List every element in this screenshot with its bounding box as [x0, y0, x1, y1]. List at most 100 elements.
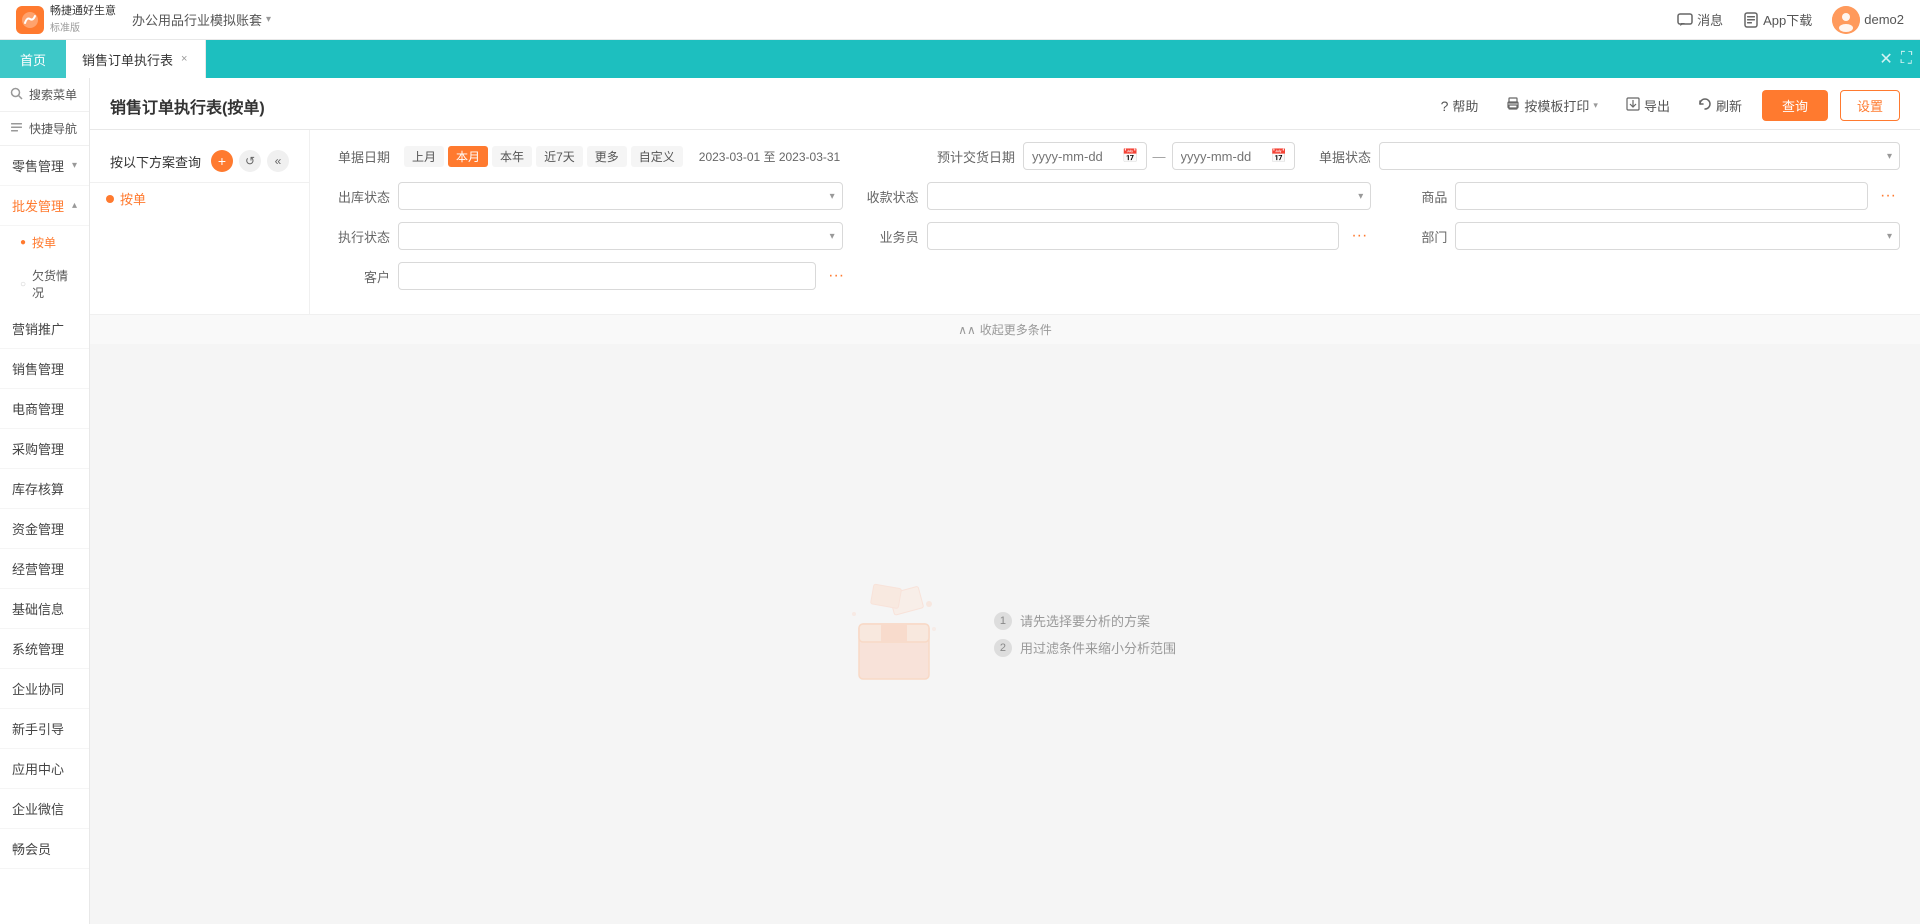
- tab-controls: ✕ ⛶: [1871, 40, 1920, 78]
- sidebar-item-finance[interactable]: 资金管理: [0, 509, 89, 549]
- sidebar-search-label: 搜索菜单: [29, 86, 77, 103]
- tab-sales-order[interactable]: 销售订单执行表 ×: [66, 40, 206, 78]
- date-end-input[interactable]: [1172, 142, 1296, 170]
- sidebar-item-guide[interactable]: 新手引导: [0, 709, 89, 749]
- filter-field-dept: 部门 ▾: [1387, 222, 1900, 250]
- sidebar-item-finance-label: 资金管理: [12, 519, 64, 538]
- sidebar-item-appcenter[interactable]: 应用中心: [0, 749, 89, 789]
- empty-state: 1 请先选择要分析的方案 2 用过滤条件来缩小分析范围: [90, 344, 1920, 924]
- sidebar-item-ecommerce[interactable]: 电商管理: [0, 389, 89, 429]
- outstock-select[interactable]: [398, 182, 843, 210]
- filter-body: 按以下方案查询 + ↺ « 按单: [90, 130, 1920, 314]
- goods-input[interactable]: [1455, 182, 1868, 210]
- date-tag-custom[interactable]: 自定义: [631, 146, 683, 167]
- filter-collapse-button[interactable]: «: [267, 150, 289, 172]
- date-start-input[interactable]: [1023, 142, 1147, 170]
- sidebar-item-marketing[interactable]: 营销推广: [0, 309, 89, 349]
- date-tag-last-month[interactable]: 上月: [404, 146, 444, 167]
- sidebar-item-wholesale[interactable]: 批发管理 ▴: [0, 186, 89, 226]
- sidebar-item-inventory-label: 库存核算: [12, 479, 64, 498]
- exec-label: 执行状态: [330, 227, 390, 246]
- export-icon: [1626, 97, 1640, 114]
- customer-more-icon[interactable]: ···: [824, 267, 848, 285]
- backorder-dot-icon: ○: [20, 279, 26, 290]
- help-icon: ?: [1441, 98, 1449, 114]
- empty-row: 1 请先选择要分析的方案 2 用过滤条件来缩小分析范围: [834, 574, 1176, 694]
- sidebar-item-basic[interactable]: 基础信息: [0, 589, 89, 629]
- date-tag-more[interactable]: 更多: [587, 146, 627, 167]
- settings-button[interactable]: 设置: [1840, 90, 1900, 121]
- tab-close-icon[interactable]: ×: [179, 51, 189, 67]
- query-button[interactable]: 查询: [1762, 90, 1828, 121]
- app-download-label: App下载: [1763, 10, 1812, 29]
- filter-field-customer: 客户 ···: [330, 262, 848, 290]
- scheme-item-orders[interactable]: 按单: [90, 183, 309, 214]
- scheme-active-dot-icon: [106, 195, 114, 203]
- date-tag-7days[interactable]: 近7天: [536, 146, 583, 167]
- user-action[interactable]: demo2: [1832, 6, 1904, 34]
- quick-nav-icon: [10, 121, 23, 137]
- empty-hint-1-text: 请先选择要分析的方案: [1020, 611, 1150, 630]
- date-range-text: 2023-03-01 至 2023-03-31: [699, 148, 840, 165]
- tab-home[interactable]: 首页: [0, 40, 66, 78]
- refresh-label: 刷新: [1716, 96, 1742, 115]
- avatar[interactable]: [1832, 6, 1860, 34]
- filter-reset-button[interactable]: ↺: [239, 150, 261, 172]
- print-button[interactable]: 按模板打印 ▾: [1498, 92, 1606, 119]
- customer-input[interactable]: [398, 262, 816, 290]
- logo-text: 畅捷通好生意 标准版: [50, 5, 116, 33]
- window-close-icon[interactable]: ✕: [1879, 49, 1892, 69]
- company-selector[interactable]: 办公用品行业模拟账套 ▾: [124, 6, 279, 33]
- sidebar-sub-item-orders[interactable]: ● 按单: [0, 226, 89, 259]
- message-action[interactable]: 消息: [1677, 10, 1723, 29]
- main-layout: 搜索菜单 快捷导航 零售管理 ▾ 批发管理 ▴ ● 按单 ○ 欠货情况: [0, 78, 1920, 924]
- dept-select[interactable]: [1455, 222, 1900, 250]
- user-name: demo2: [1864, 12, 1904, 27]
- refresh-button[interactable]: 刷新: [1690, 92, 1750, 119]
- sidebar-item-system[interactable]: 系统管理: [0, 629, 89, 669]
- date-start-wrap: 📅: [1023, 142, 1147, 170]
- date-tag-this-month[interactable]: 本月: [448, 146, 488, 167]
- filter-field-exec: 执行状态 ▾: [330, 222, 843, 250]
- date-tags: 上月 本月 本年 近7天 更多 自定义: [404, 146, 683, 167]
- app-download-icon: [1743, 12, 1759, 28]
- filter-field-goods: 商品 ···: [1387, 182, 1900, 210]
- sidebar-item-retail[interactable]: 零售管理 ▾: [0, 146, 89, 186]
- status-select[interactable]: [1379, 142, 1900, 170]
- export-button[interactable]: 导出: [1618, 92, 1678, 119]
- top-header: 畅捷通好生意 标准版 办公用品行业模拟账套 ▾ 消息 App下载 demo2: [0, 0, 1920, 40]
- filter-panel: 按以下方案查询 + ↺ « 按单: [90, 130, 1920, 344]
- payment-select[interactable]: [927, 182, 1372, 210]
- salesman-more-icon[interactable]: ···: [1347, 227, 1371, 245]
- window-maximize-icon[interactable]: ⛶: [1901, 50, 1912, 68]
- exec-select[interactable]: [398, 222, 843, 250]
- filter-row-4: 客户 ···: [330, 262, 1900, 290]
- refresh-icon: [1698, 97, 1712, 114]
- sidebar-item-retail-label: 零售管理: [12, 156, 64, 175]
- sidebar-item-purchase[interactable]: 采购管理: [0, 429, 89, 469]
- sidebar-sub-item-backorder[interactable]: ○ 欠货情况: [0, 259, 89, 309]
- date-tag-this-year[interactable]: 本年: [492, 146, 532, 167]
- goods-more-icon[interactable]: ···: [1876, 187, 1900, 205]
- retail-chevron-icon: ▾: [72, 160, 77, 171]
- company-chevron-icon: ▾: [266, 14, 271, 25]
- help-button[interactable]: ? 帮助: [1433, 92, 1487, 119]
- sidebar-search[interactable]: 搜索菜单: [0, 78, 89, 112]
- sidebar-item-operation[interactable]: 经营管理: [0, 549, 89, 589]
- filter-schemes: 按以下方案查询 + ↺ « 按单: [90, 130, 310, 314]
- hint-num-2: 2: [994, 639, 1012, 657]
- sidebar-quick-nav[interactable]: 快捷导航: [0, 112, 89, 146]
- sidebar-item-collab[interactable]: 企业协同: [0, 669, 89, 709]
- collapse-text: 收起更多条件: [980, 321, 1052, 338]
- page-title: 销售订单执行表(按单): [110, 94, 265, 118]
- date-range: 📅 — 📅: [1023, 142, 1295, 170]
- sidebar-item-member[interactable]: 畅会员: [0, 829, 89, 869]
- filter-add-button[interactable]: +: [211, 150, 233, 172]
- app-download-action[interactable]: App下载: [1743, 10, 1812, 29]
- salesman-input[interactable]: [927, 222, 1340, 250]
- sidebar-item-inventory[interactable]: 库存核算: [0, 469, 89, 509]
- sidebar-item-wechat[interactable]: 企业微信: [0, 789, 89, 829]
- filter-reset-icon: ↺: [245, 154, 255, 168]
- collapse-bar[interactable]: ∧∧ 收起更多条件: [90, 314, 1920, 344]
- sidebar-item-sales[interactable]: 销售管理: [0, 349, 89, 389]
